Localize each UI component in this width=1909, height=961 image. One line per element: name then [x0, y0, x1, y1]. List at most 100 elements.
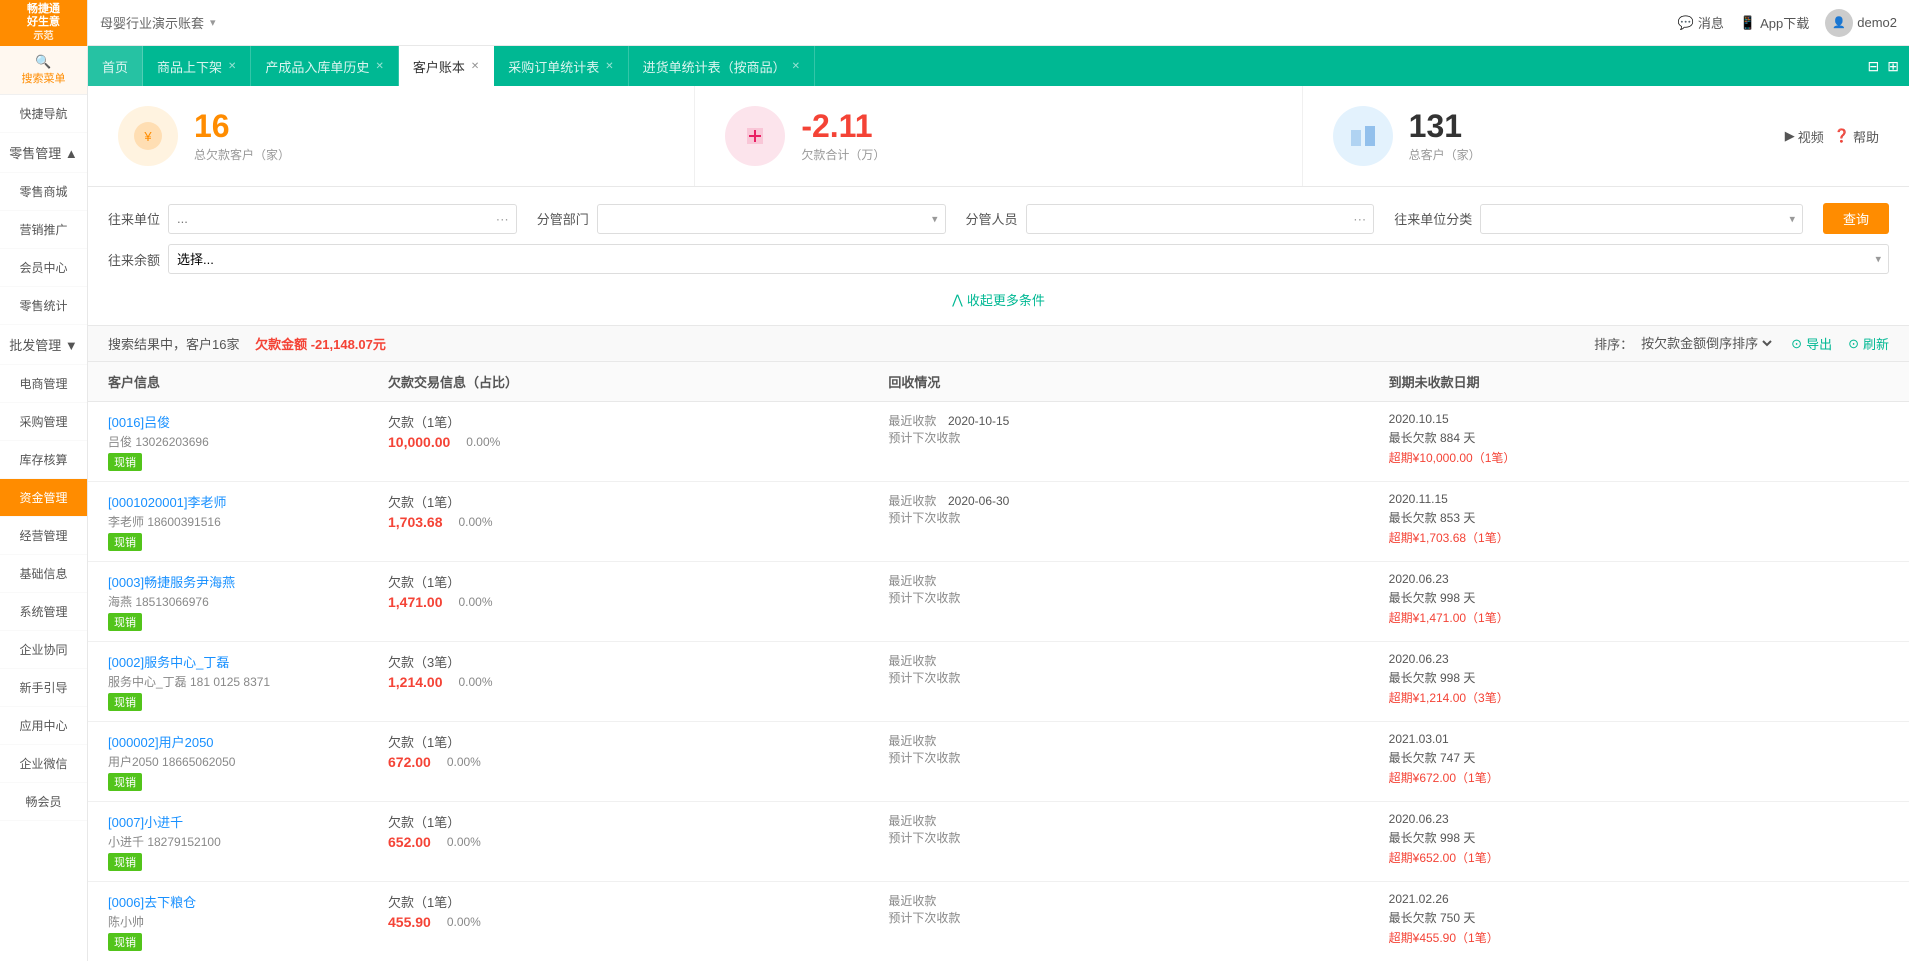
overdue-link-6[interactable]: 超期¥455.90（1笔） — [1389, 929, 1889, 946]
customer-name-4[interactable]: [000002]用户2050 — [108, 732, 388, 751]
yue-select[interactable]: 选择... — [168, 244, 1889, 274]
query-button[interactable]: 查询 — [1823, 203, 1889, 234]
debt-ratio-1: 0.00% — [459, 515, 493, 529]
recovery-last-label-3: 最近收款 — [888, 654, 936, 668]
customer-name-5[interactable]: [0007]小进千 — [108, 812, 388, 831]
sidebar-item-xitong[interactable]: 系统管理 — [0, 593, 87, 631]
user-avatar[interactable]: 👤 demo2 — [1825, 9, 1897, 37]
view-video-label: 视频 — [1798, 127, 1824, 146]
filter-collapse-btn[interactable]: ⋀ 收起更多条件 — [108, 284, 1889, 315]
tab-goods[interactable]: 商品上下架 ✕ — [143, 46, 251, 86]
overdue-date-2: 2020.06.23 — [1389, 572, 1889, 586]
app-download-button[interactable]: 📱 App下载 — [1740, 13, 1809, 32]
tab-purchase-label: 采购订单统计表 — [508, 57, 599, 76]
customer-name-2[interactable]: [0003]畅捷服务尹海燕 — [108, 572, 388, 591]
sort-select[interactable]: 排序： 按欠款金额倒序排序 — [1594, 334, 1775, 353]
tab-maximize-icon[interactable]: ⊞ — [1887, 58, 1899, 75]
fenguan-dept-label: 分管部门 — [537, 209, 589, 228]
sidebar-item-jichu[interactable]: 基础信息 — [0, 555, 87, 593]
export-button[interactable]: ⊙ 导出 — [1791, 334, 1832, 353]
summary-cards: ¥ 16 总欠款客户（家） -2.11 欠款合计（万） — [88, 86, 1909, 187]
overdue-days-0: 最长欠款 884 天 — [1389, 429, 1889, 446]
tab-inbound[interactable]: 产成品入库单历史 ✕ — [251, 46, 398, 86]
filter-fenguan-dept: 分管部门 — [537, 204, 946, 234]
customer-sub-5: 小进千 18279152100 — [108, 833, 388, 850]
overdue-cell-3: 2020.06.23 最长欠款 998 天 超期¥1,214.00（3笔） — [1389, 652, 1889, 706]
sidebar-item-kuaijie[interactable]: 快捷导航 — [0, 95, 87, 133]
sidebar-item-changhui[interactable]: 畅会员 — [0, 783, 87, 821]
tab-customer[interactable]: 客户账本 ✕ — [399, 46, 494, 86]
tab-customer-close[interactable]: ✕ — [471, 61, 479, 72]
tab-inbound-label: 产成品入库单历史 — [265, 57, 369, 76]
customer-name-1[interactable]: [0001020001]李老师 — [108, 492, 388, 511]
fenguan-person-dots-icon[interactable]: ··· — [1353, 211, 1366, 226]
debtors-label: 总欠款客户（家） — [194, 146, 290, 163]
topbar: 母婴行业演示账套 ▾ 💬 消息 📱 App下载 👤 demo2 — [88, 0, 1909, 46]
sidebar-item-dianshang[interactable]: 电商管理 — [0, 365, 87, 403]
overdue-cell-0: 2020.10.15 最长欠款 884 天 超期¥10,000.00（1笔） — [1389, 412, 1889, 466]
sidebar-item-lingshoutongji[interactable]: 零售统计 — [0, 287, 87, 325]
tab-home[interactable]: 首页 — [88, 46, 143, 86]
phone-icon: 📱 — [1740, 15, 1756, 31]
sidebar-item-yingyong[interactable]: 应用中心 — [0, 707, 87, 745]
sidebar-item-yingxiao[interactable]: 营销推广 — [0, 211, 87, 249]
tab-inbound-close[interactable]: ✕ — [375, 61, 383, 72]
sort-dropdown[interactable]: 按欠款金额倒序排序 — [1637, 335, 1775, 352]
view-video-button[interactable]: ▶ 视频 — [1785, 127, 1824, 146]
fenguan-person-input[interactable] — [1026, 204, 1375, 234]
debt-info-row-4: 欠款（1笔） — [388, 732, 888, 754]
customer-name-3[interactable]: [0002]服务中心_丁磊 — [108, 652, 388, 671]
wanglai-input[interactable] — [168, 204, 517, 234]
sidebar-item-lingshou[interactable]: 零售管理 ▲ — [0, 133, 87, 173]
sidebar-item-kucun[interactable]: 库存核算 — [0, 441, 87, 479]
search-label[interactable]: 搜索菜单 — [6, 70, 81, 86]
wanglai-category-select[interactable] — [1480, 204, 1803, 234]
customer-sub-4: 用户2050 18665062050 — [108, 753, 388, 770]
customer-name-0[interactable]: [0016]吕俊 — [108, 412, 388, 431]
tab-purchase[interactable]: 采购订单统计表 ✕ — [494, 46, 628, 86]
overdue-link-1[interactable]: 超期¥1,703.68（1笔） — [1389, 529, 1889, 546]
sidebar-item-jinying[interactable]: 经营管理 — [0, 517, 87, 555]
debt-cell-5: 欠款（1笔） 652.00 0.00% — [388, 812, 888, 850]
debt-amount-3: 1,214.00 — [388, 674, 443, 690]
overdue-link-5[interactable]: 超期¥652.00（1笔） — [1389, 849, 1889, 866]
debt-count-1: 欠款（1笔） — [388, 492, 460, 511]
overdue-link-4[interactable]: 超期¥672.00（1笔） — [1389, 769, 1889, 786]
sidebar-item-zijin[interactable]: 资金管理 — [0, 479, 87, 517]
debt-amount-2: 1,471.00 — [388, 594, 443, 610]
fenguan-person-label: 分管人员 — [966, 209, 1018, 228]
sidebar-item-qiye[interactable]: 企业协同 — [0, 631, 87, 669]
overdue-link-2[interactable]: 超期¥1,471.00（1笔） — [1389, 609, 1889, 626]
fenguan-dept-select[interactable] — [597, 204, 946, 234]
tab-purchase-close[interactable]: ✕ — [605, 61, 613, 72]
help-button[interactable]: ❓ 帮助 — [1834, 127, 1879, 146]
sidebar-item-caigou[interactable]: 采购管理 — [0, 403, 87, 441]
wanglai-dots-icon[interactable]: ··· — [496, 211, 509, 226]
sidebar-search[interactable]: 🔍 搜索菜单 — [0, 46, 87, 95]
customer-name-6[interactable]: [0006]去下粮仓 — [108, 892, 388, 911]
tab-goods-close[interactable]: ✕ — [228, 61, 236, 72]
customer-tag-5: 现销 — [108, 853, 142, 871]
tab-minimize-icon[interactable]: ⊟ — [1868, 58, 1880, 75]
sidebar-item-xinshou[interactable]: 新手引导 — [0, 669, 87, 707]
debt-ratio-2: 0.00% — [459, 595, 493, 609]
tab-inbound-stats-close[interactable]: ✕ — [792, 61, 800, 72]
refresh-button[interactable]: ⊙ 刷新 — [1848, 334, 1889, 353]
sidebar-item-huiyuan[interactable]: 会员中心 — [0, 249, 87, 287]
customer-cell-6: [0006]去下粮仓 陈小帅 现销 — [108, 892, 388, 951]
refresh-label: 刷新 — [1863, 334, 1889, 353]
overdue-days-5: 最长欠款 998 天 — [1389, 829, 1889, 846]
overdue-date-3: 2020.06.23 — [1389, 652, 1889, 666]
message-button[interactable]: 💬 消息 — [1678, 13, 1724, 32]
brand-select[interactable]: 母婴行业演示账套 — [100, 13, 204, 32]
recovery-last-label-6: 最近收款 — [888, 894, 936, 908]
recovery-next-2: 预计下次收款 — [888, 589, 1388, 606]
sidebar-item-qiyeweixin[interactable]: 企业微信 — [0, 745, 87, 783]
overdue-cell-6: 2021.02.26 最长欠款 750 天 超期¥455.90（1笔） — [1389, 892, 1889, 946]
table-row: [0002]服务中心_丁磊 服务中心_丁磊 181 0125 8371 现销 欠… — [88, 642, 1909, 722]
sidebar-item-lingshoushangcheng[interactable]: 零售商城 — [0, 173, 87, 211]
tab-inbound-stats[interactable]: 进货单统计表（按商品） ✕ — [629, 46, 815, 86]
overdue-link-0[interactable]: 超期¥10,000.00（1笔） — [1389, 449, 1889, 466]
overdue-link-3[interactable]: 超期¥1,214.00（3笔） — [1389, 689, 1889, 706]
sidebar-item-pifa[interactable]: 批发管理 ▼ — [0, 325, 87, 365]
